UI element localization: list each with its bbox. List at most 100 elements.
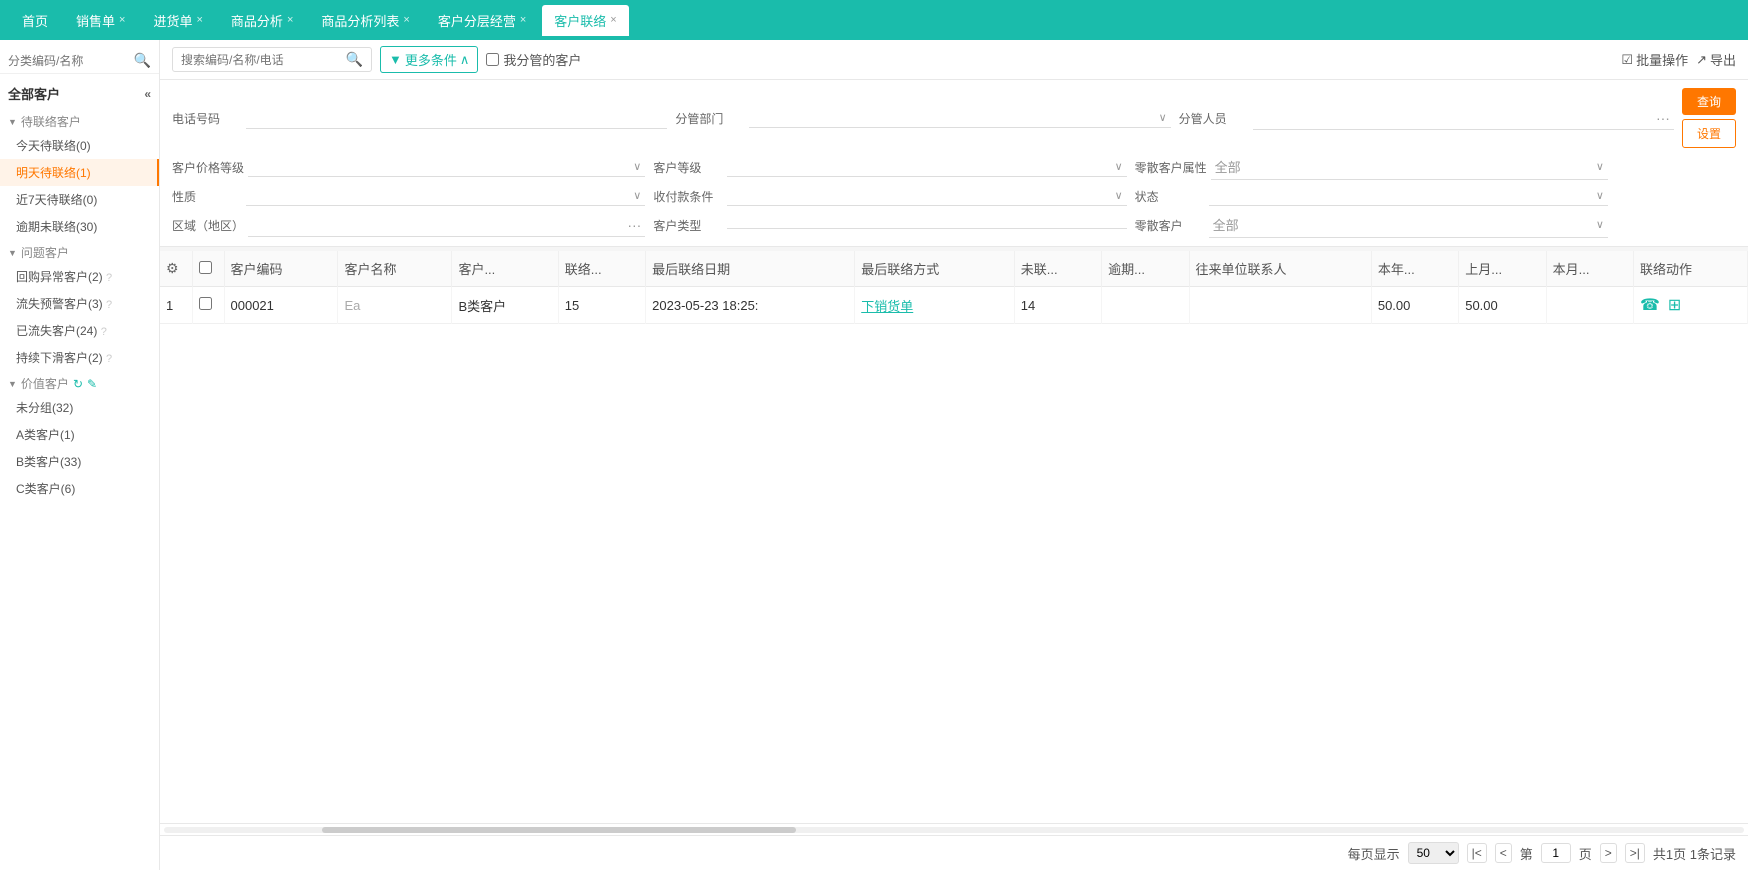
nav-product-analysis-list[interactable]: 商品分析列表 ×: [309, 5, 421, 36]
all-customers-header[interactable]: 全部客户 «: [0, 78, 159, 109]
page-input[interactable]: [1541, 843, 1571, 863]
th-type: 客户...: [452, 251, 558, 287]
last-method-link[interactable]: 下销货单: [861, 299, 913, 314]
th-code: 客户编码: [224, 251, 338, 287]
payment-select[interactable]: ∨: [727, 186, 1126, 206]
filter-area: 电话号码 分管部门 ∨ 分管人员 ··· 查询 设置: [160, 80, 1748, 247]
my-customers-checkbox-label[interactable]: 我分管的客户: [486, 50, 581, 69]
region-select[interactable]: ···: [248, 214, 645, 237]
customer-type-select[interactable]: [727, 222, 1126, 229]
td-index: 1: [160, 287, 192, 324]
top-nav: 首页 销售单 × 进货单 × 商品分析 × 商品分析列表 × 客户分层经营 × …: [0, 0, 1748, 40]
more-icon[interactable]: ···: [627, 217, 641, 233]
chevron-down-icon: ∨: [1596, 160, 1604, 173]
more-filters-button[interactable]: ▼ 更多条件 ∧: [380, 46, 478, 73]
sidebar-item-ungrouped[interactable]: 未分组(32): [0, 394, 159, 421]
sidebar-item-tomorrow[interactable]: 明天待联络(1): [0, 159, 159, 186]
sidebar-item-declining[interactable]: 持续下滑客户(2) ?: [0, 344, 159, 371]
nav-home[interactable]: 首页: [10, 5, 60, 36]
retail-customer-select[interactable]: 全部 ∨: [1209, 212, 1608, 238]
export-button[interactable]: ↗ 导出: [1696, 50, 1736, 69]
scrollbar-thumb[interactable]: [322, 827, 796, 833]
search-input[interactable]: [181, 53, 346, 67]
nav-sales[interactable]: 销售单 ×: [64, 5, 137, 36]
nav-customer-contact[interactable]: 客户联络 ×: [542, 5, 628, 36]
first-page-button[interactable]: |<: [1467, 843, 1487, 863]
search-icon[interactable]: 🔍: [346, 51, 363, 68]
filter-icon: ▼: [389, 52, 402, 67]
close-icon[interactable]: ×: [287, 14, 293, 26]
chevron-down-icon: ∧: [460, 52, 470, 68]
sidebar-item-churned[interactable]: 已流失客户(24) ?: [0, 317, 159, 344]
close-icon[interactable]: ×: [610, 14, 616, 26]
chevron-down-icon: ∨: [1115, 160, 1123, 173]
td-code: 000021: [224, 287, 338, 324]
sidebar-item-a-class[interactable]: A类客户(1): [0, 421, 159, 448]
last-page-button[interactable]: >|: [1625, 843, 1645, 863]
th-checkbox: [192, 251, 224, 287]
batch-icon: ☑: [1621, 52, 1633, 68]
td-uncontacted: 14: [1014, 287, 1101, 324]
horizontal-scrollbar[interactable]: [160, 823, 1748, 835]
nature-select[interactable]: ∨: [246, 186, 645, 206]
row-checkbox[interactable]: [199, 297, 212, 310]
search-box: 🔍: [172, 47, 372, 72]
sidebar-group-pending: 待联络客户: [0, 109, 159, 132]
sidebar-group-problem: 问题客户: [0, 240, 159, 263]
customer-level-select[interactable]: ∨: [727, 157, 1126, 177]
filter-price-level: 客户价格等级 ∨: [172, 157, 645, 177]
close-icon[interactable]: ×: [119, 14, 125, 26]
td-overdue: [1102, 287, 1189, 324]
dept-select[interactable]: ∨: [749, 108, 1170, 128]
next-page-button[interactable]: >: [1600, 843, 1617, 863]
nav-purchase[interactable]: 进货单 ×: [141, 5, 214, 36]
select-all-checkbox[interactable]: [199, 261, 212, 274]
settings-button[interactable]: 设置: [1682, 119, 1736, 148]
sidebar-item-7days[interactable]: 近7天待联络(0): [0, 186, 159, 213]
table-row: 1 000021 Ea B类客户 15 2023-05-23 18:25: 下销…: [160, 287, 1748, 324]
sidebar-item-abnormal[interactable]: 回购异常客户(2) ?: [0, 263, 159, 290]
gear-icon[interactable]: ⚙: [166, 260, 179, 276]
retail-attr-select[interactable]: 全部 ∨: [1211, 154, 1608, 180]
filter-status: 状态 ∨: [1135, 186, 1608, 206]
my-customers-checkbox[interactable]: [486, 53, 499, 66]
sidebar-search-input[interactable]: [8, 54, 134, 68]
filter-customer-type: 客户类型: [653, 217, 1126, 234]
chevron-down-icon: ∨: [1596, 218, 1604, 231]
td-contact-count: 15: [558, 287, 645, 324]
manager-select[interactable]: ···: [1253, 107, 1674, 130]
scrollbar-track: [164, 827, 1744, 833]
batch-op-button[interactable]: ☑ 批量操作: [1621, 50, 1688, 69]
status-select[interactable]: ∨: [1209, 186, 1608, 206]
nav-customer-layered[interactable]: 客户分层经营 ×: [426, 5, 538, 36]
close-icon[interactable]: ×: [196, 14, 202, 26]
close-icon[interactable]: ×: [403, 14, 409, 26]
filter-manager: 分管人员 ···: [1179, 107, 1674, 130]
sidebar-item-b-class[interactable]: B类客户(33): [0, 448, 159, 475]
sidebar-item-today[interactable]: 今天待联络(0): [0, 132, 159, 159]
more-action-icon[interactable]: ⊞: [1668, 295, 1681, 315]
th-last-method: 最后联络方式: [855, 251, 1015, 287]
sidebar-item-overdue[interactable]: 逾期未联络(30): [0, 213, 159, 240]
page-size-select[interactable]: 50 100 200: [1408, 842, 1459, 864]
sidebar-item-c-class[interactable]: C类客户(6): [0, 475, 159, 502]
customer-table: ⚙ 客户编码 客户名称 客户...: [160, 251, 1748, 324]
price-level-select[interactable]: ∨: [248, 157, 645, 177]
td-actions: ☎ ⊞: [1633, 287, 1747, 324]
nav-product-analysis[interactable]: 商品分析 ×: [219, 5, 305, 36]
sidebar-item-churn-warning[interactable]: 流失预警客户(3) ?: [0, 290, 159, 317]
contact-action-icon[interactable]: ☎: [1640, 295, 1660, 315]
chevron-down-icon: ∨: [633, 160, 641, 173]
th-contact-count: 联络...: [558, 251, 645, 287]
close-icon[interactable]: ×: [520, 14, 526, 26]
phone-input[interactable]: [246, 108, 667, 129]
filter-nature: 性质 ∨: [172, 186, 645, 206]
filter-customer-level: 客户等级 ∨: [653, 157, 1126, 177]
query-button[interactable]: 查询: [1682, 88, 1736, 115]
prev-page-button[interactable]: <: [1495, 843, 1512, 863]
table-container: ⚙ 客户编码 客户名称 客户...: [160, 251, 1748, 823]
filter-dept: 分管部门 ∨: [675, 108, 1170, 128]
filter-retail-attr: 零散客户属性 全部 ∨: [1135, 154, 1608, 180]
more-icon[interactable]: ···: [1656, 110, 1670, 126]
th-actions: 联络动作: [1633, 251, 1747, 287]
